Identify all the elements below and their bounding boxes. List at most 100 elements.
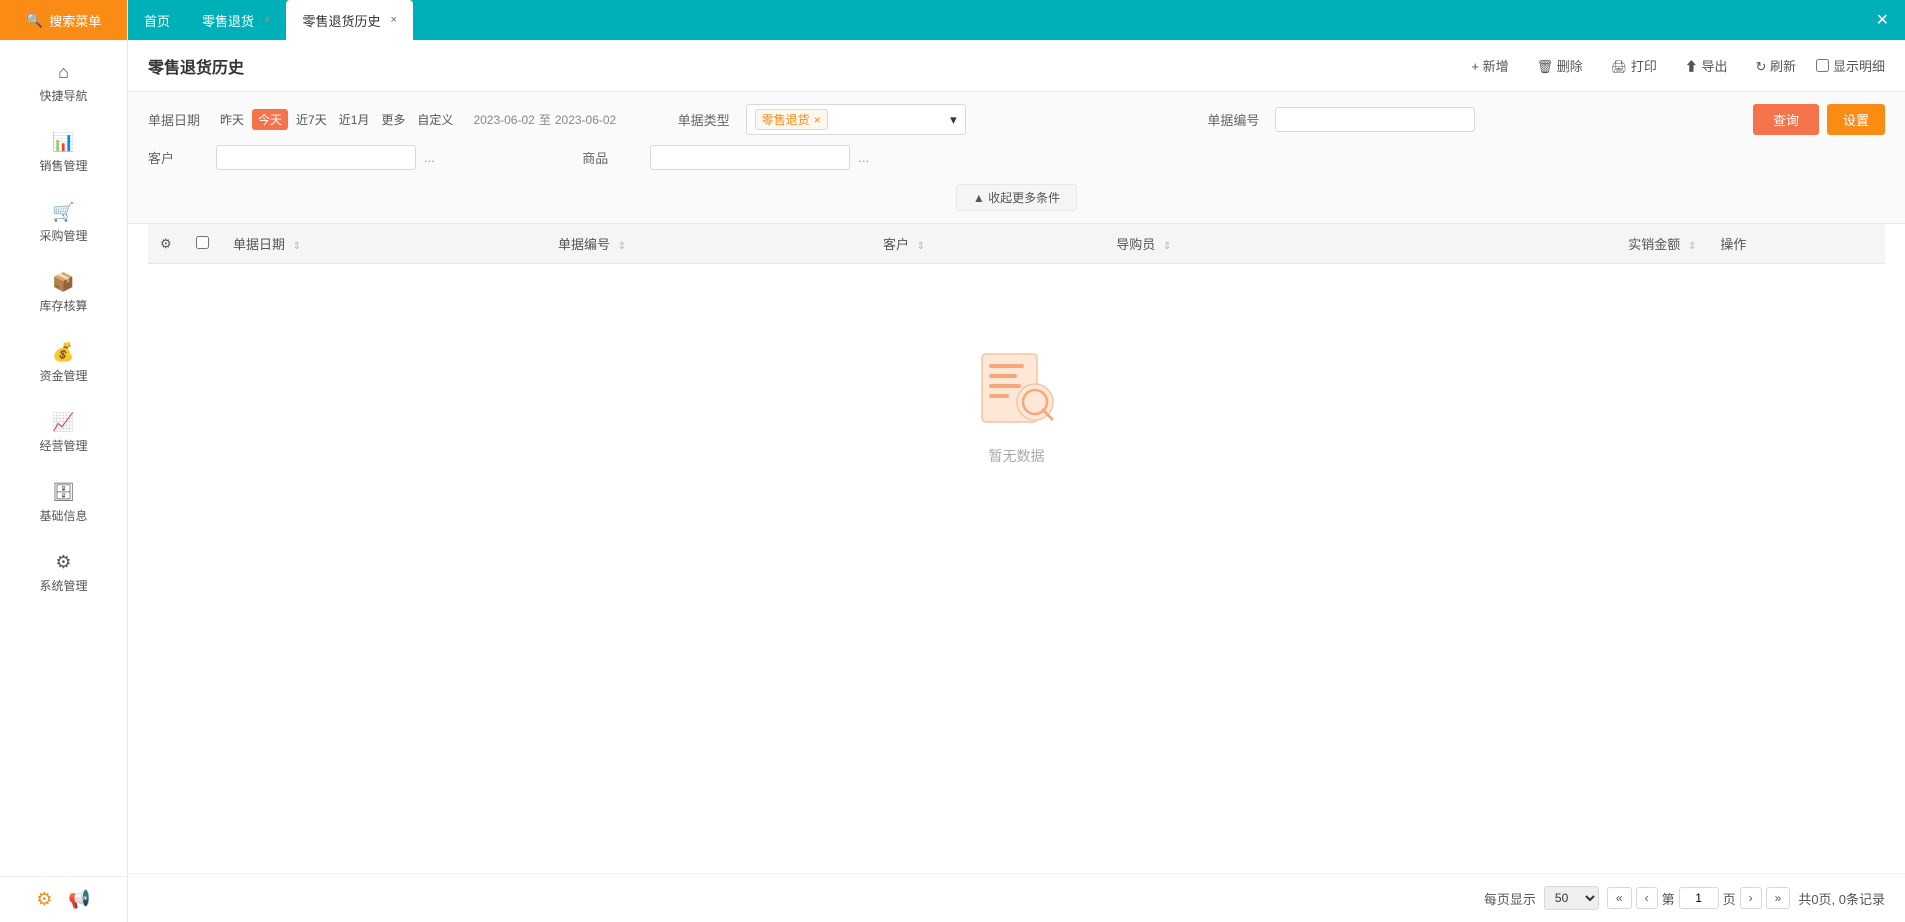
inventory-icon: 📦 (52, 272, 74, 293)
table-col-settings[interactable]: ⚙ (148, 224, 184, 264)
home-icon: ⌂ (58, 62, 69, 83)
pagination: 每页显示 50 100 « ‹ 第 页 › » 共0页, 0条记录 (128, 873, 1905, 922)
page-last-button[interactable]: » (1766, 887, 1791, 909)
collapse-button[interactable]: ▲ 收起更多条件 (956, 184, 1077, 211)
page-number-input[interactable] (1679, 887, 1719, 909)
select-all-checkbox[interactable] (196, 236, 209, 249)
delete-button[interactable]: 🗑 删除 (1529, 52, 1591, 79)
date-btn-more[interactable]: 更多 (377, 109, 409, 130)
doc-number-label: 单据编号 (1207, 110, 1267, 129)
tabs-bar: 首页 零售退货 × 零售退货历史 × ✕ (128, 0, 1905, 40)
table-col-amount[interactable]: 实销金额 ⇕ (1383, 224, 1708, 264)
sidebar-item-label: 销售管理 (39, 157, 87, 174)
customer-ellipsis[interactable]: ... (424, 150, 435, 165)
sidebar-nav: ⌂ 快捷导航 📊 销售管理 🛒 采购管理 📦 库存核算 💰 资金管理 📈 经营管… (0, 40, 127, 876)
per-page-select[interactable]: 50 100 (1544, 886, 1599, 910)
date-btn-custom[interactable]: 自定义 (413, 109, 457, 130)
sidebar-item-label: 库存核算 (39, 297, 87, 314)
show-detail-checkbox[interactable]: 显示明细 (1816, 56, 1885, 75)
window-close-button[interactable]: ✕ (1876, 10, 1905, 30)
show-detail-input[interactable] (1816, 59, 1829, 72)
tab-retail-return[interactable]: 零售退货 × (186, 0, 286, 40)
operations-icon: 📈 (52, 412, 74, 433)
system-icon: ⚙ (55, 552, 71, 573)
settings-icon: ⚙ (160, 236, 172, 251)
page-next-button[interactable]: › (1740, 887, 1762, 909)
sidebar-search[interactable]: 🔍 搜索菜单 (0, 0, 127, 40)
sidebar-item-purchase[interactable]: 🛒 采购管理 (0, 188, 127, 258)
table-area: ⚙ 单据日期 ⇕ 单据编号 ⇕ (128, 224, 1905, 873)
customer-input[interactable] (216, 145, 416, 170)
refresh-button[interactable]: ↻ 刷新 (1747, 52, 1804, 79)
goods-ellipsis[interactable]: ... (858, 150, 869, 165)
sidebar-item-quick-nav[interactable]: ⌂ 快捷导航 (0, 48, 127, 118)
date-btn-1month[interactable]: 近1月 (335, 109, 374, 130)
sidebar-item-system[interactable]: ⚙ 系统管理 (0, 538, 127, 608)
finance-icon: 💰 (52, 342, 74, 363)
doc-type-label: 单据类型 (678, 110, 738, 129)
purchase-icon: 🛒 (52, 202, 74, 223)
page-actions: + 新增 🗑 删除 🖨 打印 ⬆ 导出 ↻ 刷新 显示明细 (1463, 52, 1885, 91)
table-col-number[interactable]: 单据编号 ⇕ (546, 224, 871, 264)
goods-label: 商品 (582, 148, 642, 167)
export-button[interactable]: ⬆ 导出 (1677, 52, 1736, 79)
page-title: 零售退货历史 (148, 54, 244, 90)
sort-guide-icon: ⇕ (1163, 241, 1171, 252)
date-btn-yesterday[interactable]: 昨天 (216, 109, 248, 130)
page-label-post: 页 (1723, 889, 1736, 908)
sort-date-icon: ⇕ (293, 241, 301, 252)
sidebar-item-operations[interactable]: 📈 经营管理 (0, 398, 127, 468)
col-customer-label: 客户 (883, 237, 909, 252)
empty-state: 暂无数据 (148, 264, 1885, 546)
col-guide-label: 导购员 (1116, 237, 1155, 252)
add-button[interactable]: + 新增 (1463, 52, 1516, 79)
doc-type-select[interactable]: 零售退货 × ▾ (746, 104, 966, 135)
col-date-label: 单据日期 (233, 237, 285, 252)
sidebar-item-sales[interactable]: 📊 销售管理 (0, 118, 127, 188)
sidebar-item-label: 经营管理 (39, 437, 87, 454)
table-col-guide[interactable]: 导购员 ⇕ (1104, 224, 1383, 264)
table-col-action: 操作 (1708, 224, 1885, 264)
tab-retail-return-history-close[interactable]: × (390, 14, 396, 26)
date-range-start: 2023-06-02 (473, 113, 534, 127)
doc-type-tag-close[interactable]: × (814, 113, 821, 127)
print-button[interactable]: 🖨 打印 (1603, 52, 1665, 79)
total-info: 共0页, 0条记录 (1798, 889, 1885, 908)
date-filter-label: 单据日期 (148, 110, 208, 129)
sidebar-item-label: 采购管理 (39, 227, 87, 244)
table-col-date[interactable]: 单据日期 ⇕ (221, 224, 546, 264)
table-head: ⚙ 单据日期 ⇕ 单据编号 ⇕ (148, 224, 1885, 264)
date-btn-today[interactable]: 今天 (252, 109, 288, 130)
page-header: 零售退货历史 + 新增 🗑 删除 🖨 打印 ⬆ 导出 ↻ 刷新 显示明细 (128, 40, 1905, 92)
filter-area: 单据日期 昨天 今天 近7天 近1月 更多 自定义 2023-06-02 至 2… (128, 92, 1905, 224)
page-first-button[interactable]: « (1607, 887, 1632, 909)
doc-number-input[interactable] (1275, 107, 1475, 132)
settings-button[interactable]: 设置 (1827, 104, 1885, 135)
main-area: 首页 零售退货 × 零售退货历史 × ✕ 零售退货历史 + 新增 🗑 删除 🖨 … (128, 0, 1905, 922)
page-prev-button[interactable]: ‹ (1636, 887, 1658, 909)
doc-type-dropdown-icon: ▾ (950, 112, 957, 128)
close-icon: ✕ (1876, 12, 1889, 29)
query-button[interactable]: 查询 (1753, 104, 1819, 135)
table-col-checkbox[interactable] (184, 224, 221, 264)
settings-footer-icon[interactable]: ⚙ (36, 889, 52, 910)
date-btn-7days[interactable]: 近7天 (292, 109, 331, 130)
sidebar-item-basic-info[interactable]: 🗄 基础信息 (0, 468, 127, 538)
speaker-icon[interactable]: 📢 (68, 889, 90, 910)
sidebar-search-label: 搜索菜单 (49, 11, 101, 30)
table-col-customer[interactable]: 客户 ⇕ (871, 224, 1104, 264)
filter-row-1: 单据日期 昨天 今天 近7天 近1月 更多 自定义 2023-06-02 至 2… (148, 104, 1885, 135)
tab-retail-return-label: 零售退货 (202, 11, 254, 30)
date-shortcuts: 昨天 今天 近7天 近1月 更多 自定义 (216, 109, 457, 130)
goods-input[interactable] (650, 145, 850, 170)
tab-retail-return-history[interactable]: 零售退货历史 × (286, 0, 412, 40)
sidebar-item-inventory[interactable]: 📦 库存核算 (0, 258, 127, 328)
col-amount-label: 实销金额 (1628, 237, 1680, 252)
sidebar-item-label: 基础信息 (39, 507, 87, 524)
sidebar-item-label: 资金管理 (39, 367, 87, 384)
sidebar-item-finance[interactable]: 💰 资金管理 (0, 328, 127, 398)
empty-text: 暂无数据 (989, 446, 1045, 466)
tab-home[interactable]: 首页 (128, 0, 186, 40)
col-action-label: 操作 (1720, 237, 1746, 252)
tab-retail-return-close[interactable]: × (264, 14, 270, 26)
